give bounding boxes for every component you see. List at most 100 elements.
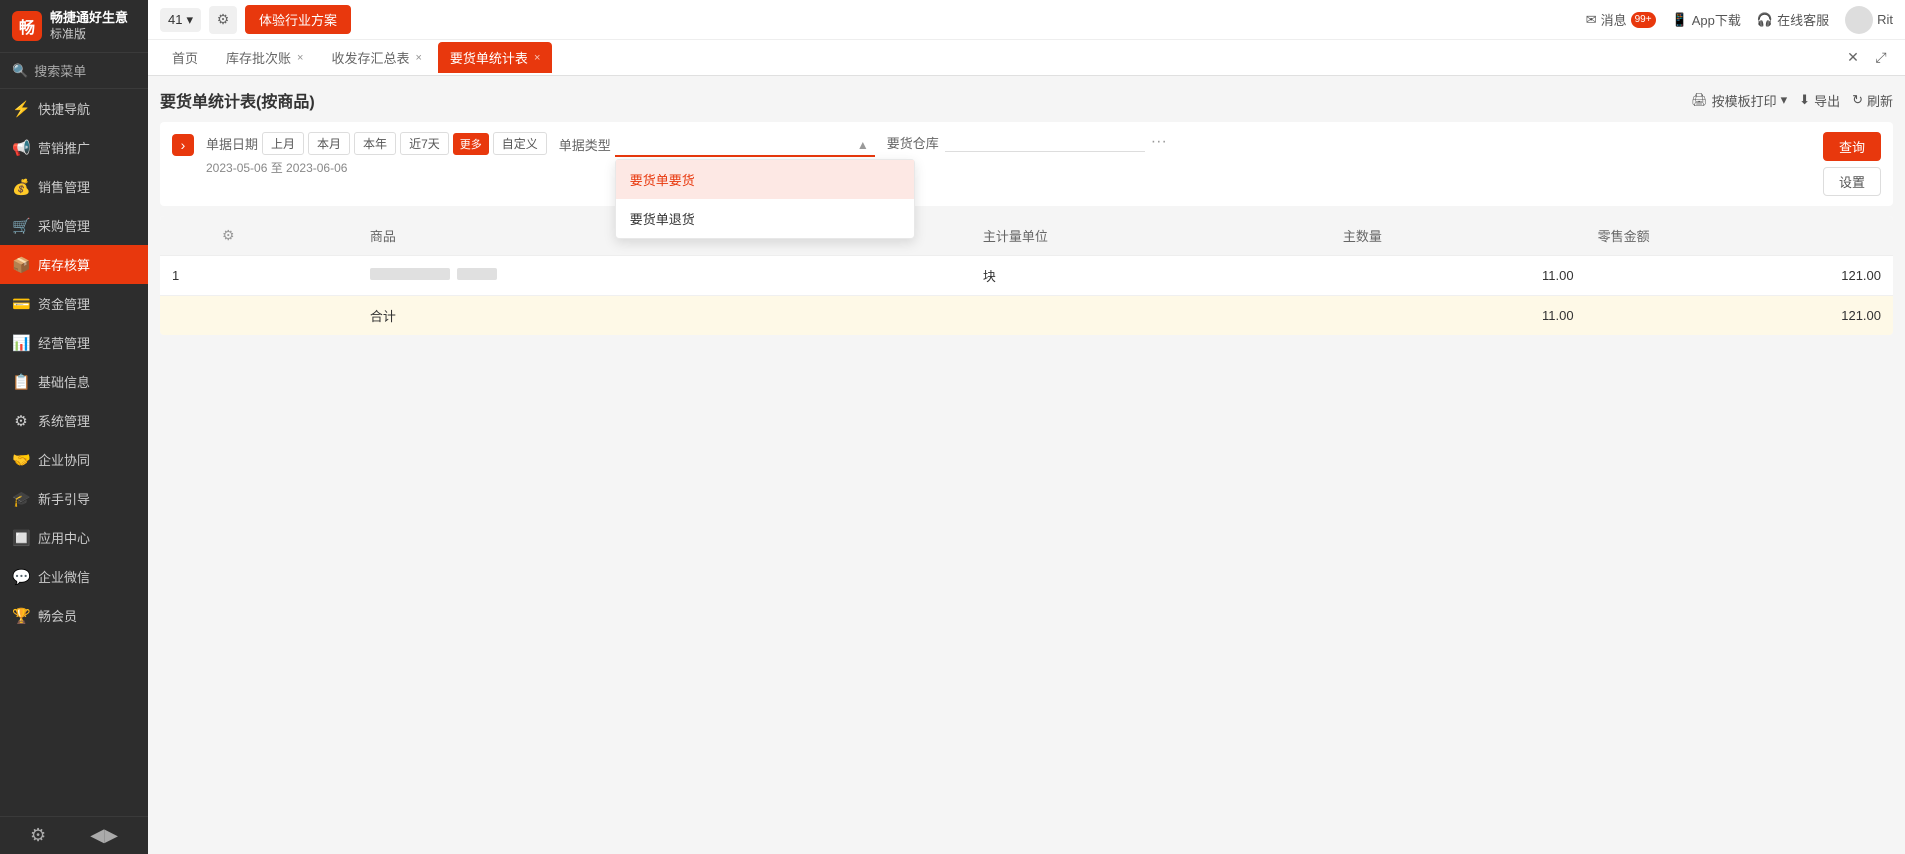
print-btn[interactable]: 🖨 按模板打印 ▾ — [1691, 91, 1787, 110]
refresh-btn[interactable]: ↻ 刷新 — [1852, 91, 1893, 110]
sidebar: 畅 畅捷通好生意 标准版 🔍 搜索菜单 ⚡ 快捷导航 📢 营销推广 💰 销售管理… — [0, 0, 148, 854]
sidebar-item-guide[interactable]: 🎓 新手引导 — [0, 479, 148, 518]
filter-section: 单据日期 上月 本月 本年 近7天 更多 自定义 2023-05-06 至 20… — [206, 132, 1803, 176]
custom-date-btn[interactable]: 自定义 — [493, 132, 547, 155]
print-label: 按模板打印 — [1712, 91, 1777, 110]
marketing-icon: 📢 — [12, 139, 30, 157]
warehouse-filter: 要货仓库 ··· — [887, 132, 1167, 152]
sidebar-item-appstore[interactable]: 🔲 应用中心 — [0, 518, 148, 557]
sidebar-item-collab[interactable]: 🤝 企业协同 — [0, 440, 148, 479]
export-label: 导出 — [1814, 91, 1840, 110]
total-spacer1 — [160, 296, 210, 336]
dropdown-item-order-return[interactable]: 要货单退货 — [616, 199, 914, 238]
trial-button[interactable]: 体验行业方案 — [245, 5, 351, 34]
refresh-label: 刷新 — [1867, 91, 1893, 110]
tabs-expand-btn[interactable]: ⤢ — [1869, 46, 1893, 70]
system-icon: ⚙ — [12, 412, 30, 430]
tab-home-label: 首页 — [172, 48, 198, 67]
search-label: 搜索菜单 — [34, 61, 86, 80]
messages-btn[interactable]: ✉ 消息 99+ — [1586, 10, 1656, 29]
logo-icon: 畅 — [12, 11, 42, 41]
col-unit-header: 主计量单位 — [971, 216, 1331, 256]
content-area: 要货单统计表(按商品) 🖨 按模板打印 ▾ ⬇ 导出 ↻ 刷新 › — [148, 76, 1905, 854]
page-actions: 🖨 按模板打印 ▾ ⬇ 导出 ↻ 刷新 — [1691, 91, 1893, 110]
query-button[interactable]: 查询 — [1823, 132, 1881, 161]
store-selector[interactable]: 41 ▾ — [160, 8, 201, 32]
total-amount: 121.00 — [1586, 296, 1893, 336]
type-select-wrapper: ▲ 要货单要货 要货单退货 — [615, 132, 875, 157]
messages-label: 消息 — [1601, 10, 1627, 29]
this-year-btn[interactable]: 本年 — [354, 132, 396, 155]
user-profile[interactable]: Rit — [1845, 6, 1893, 34]
dropdown-item-order-goods[interactable]: 要货单要货 — [616, 160, 914, 199]
row-product — [358, 256, 971, 296]
sidebar-item-inventory[interactable]: 📦 库存核算 — [0, 245, 148, 284]
tab-receive-summary-label: 收发存汇总表 — [331, 48, 409, 67]
col-settings-header: ⚙ — [210, 216, 358, 256]
sidebar-item-marketing[interactable]: 📢 营销推广 — [0, 128, 148, 167]
row-amount: 121.00 — [1586, 256, 1893, 296]
tabs-close-all-btn[interactable]: ✕ — [1841, 46, 1865, 70]
header-right: ✉ 消息 99+ 📱 App下载 🎧 在线客服 Rit — [1586, 6, 1893, 34]
last-7-days-btn[interactable]: 近7天 — [400, 132, 449, 155]
type-select-input[interactable] — [615, 132, 875, 157]
filter-actions: 查询 设置 — [1823, 132, 1881, 196]
sidebar-item-label: 系统管理 — [38, 411, 90, 430]
sidebar-item-quick-nav[interactable]: ⚡ 快捷导航 — [0, 89, 148, 128]
online-service-btn[interactable]: 🎧 在线客服 — [1757, 10, 1829, 29]
sidebar-item-membership[interactable]: 🏆 畅会员 — [0, 596, 148, 635]
filter-expand-button[interactable]: › — [172, 134, 194, 156]
purchase-icon: 🛒 — [12, 217, 30, 235]
export-btn[interactable]: ⬇ 导出 — [1799, 91, 1840, 110]
tab-receive-summary[interactable]: 收发存汇总表 × — [319, 42, 433, 73]
tab-inventory-batch-close[interactable]: × — [297, 52, 303, 64]
sidebar-collapse-icon[interactable]: ◀▶ — [90, 825, 118, 846]
sidebar-item-basics[interactable]: 📋 基础信息 — [0, 362, 148, 401]
product-name-bar1 — [370, 268, 450, 280]
tab-order-summary-label: 要货单统计表 — [450, 48, 528, 67]
settings-button[interactable]: 设置 — [1823, 167, 1881, 196]
sidebar-item-label: 销售管理 — [38, 177, 90, 196]
sidebar-item-sales[interactable]: 💰 销售管理 — [0, 167, 148, 206]
messages-badge: 99+ — [1631, 12, 1656, 28]
page-title: 要货单统计表(按商品) — [160, 88, 315, 112]
print-arrow-icon: ▾ — [1781, 92, 1788, 108]
tab-receive-summary-close[interactable]: × — [415, 52, 421, 64]
last-month-btn[interactable]: 上月 — [262, 132, 304, 155]
sidebar-item-label: 库存核算 — [38, 255, 90, 274]
filter-bar: › 单据日期 上月 本月 本年 近7天 更多 自定义 2023-05-06 至 … — [160, 122, 1893, 206]
app-download-btn[interactable]: 📱 App下载 — [1672, 10, 1741, 29]
tab-home[interactable]: 首页 — [160, 42, 210, 73]
search-icon: 🔍 — [12, 63, 28, 79]
tab-order-summary-close[interactable]: × — [534, 52, 540, 64]
total-label: 合计 — [358, 296, 971, 336]
table-row: 1 块 11.00 121.00 — [160, 256, 1893, 296]
col-qty-header: 主数量 — [1331, 216, 1586, 256]
col-amount-header: 零售金额 — [1586, 216, 1893, 256]
print-icon: 🖨 — [1691, 92, 1708, 108]
sidebar-item-business[interactable]: 📊 经营管理 — [0, 323, 148, 362]
header-left: 41 ▾ ⚙ 体验行业方案 — [160, 5, 351, 34]
appstore-icon: 🔲 — [12, 529, 30, 547]
date-filter-row: 单据日期 上月 本月 本年 近7天 更多 自定义 — [206, 132, 547, 155]
tab-inventory-batch[interactable]: 库存批次账 × — [214, 42, 315, 73]
search-menu[interactable]: 🔍 搜索菜单 — [0, 53, 148, 89]
date-filter: 单据日期 上月 本月 本年 近7天 更多 自定义 2023-05-06 至 20… — [206, 132, 547, 176]
sidebar-item-purchase[interactable]: 🛒 采购管理 — [0, 206, 148, 245]
tab-inventory-batch-label: 库存批次账 — [226, 48, 291, 67]
tab-order-summary[interactable]: 要货单统计表 × — [438, 42, 552, 73]
more-filter-icon[interactable]: ··· — [1151, 133, 1167, 151]
more-dates-btn[interactable]: 更多 — [453, 133, 489, 155]
warehouse-label: 要货仓库 — [887, 133, 939, 152]
col-settings-icon[interactable]: ⚙ — [222, 227, 235, 243]
message-icon: ✉ — [1586, 12, 1597, 28]
sidebar-settings-icon[interactable]: ⚙ — [30, 825, 46, 846]
sidebar-item-system[interactable]: ⚙ 系统管理 — [0, 401, 148, 440]
sidebar-item-wechat[interactable]: 💬 企业微信 — [0, 557, 148, 596]
date-range-text: 2023-05-06 至 2023-06-06 — [206, 159, 547, 176]
header-settings-icon[interactable]: ⚙ — [209, 6, 237, 34]
sidebar-item-finance[interactable]: 💳 资金管理 — [0, 284, 148, 323]
this-month-btn[interactable]: 本月 — [308, 132, 350, 155]
collab-icon: 🤝 — [12, 451, 30, 469]
warehouse-input[interactable] — [951, 134, 1131, 149]
